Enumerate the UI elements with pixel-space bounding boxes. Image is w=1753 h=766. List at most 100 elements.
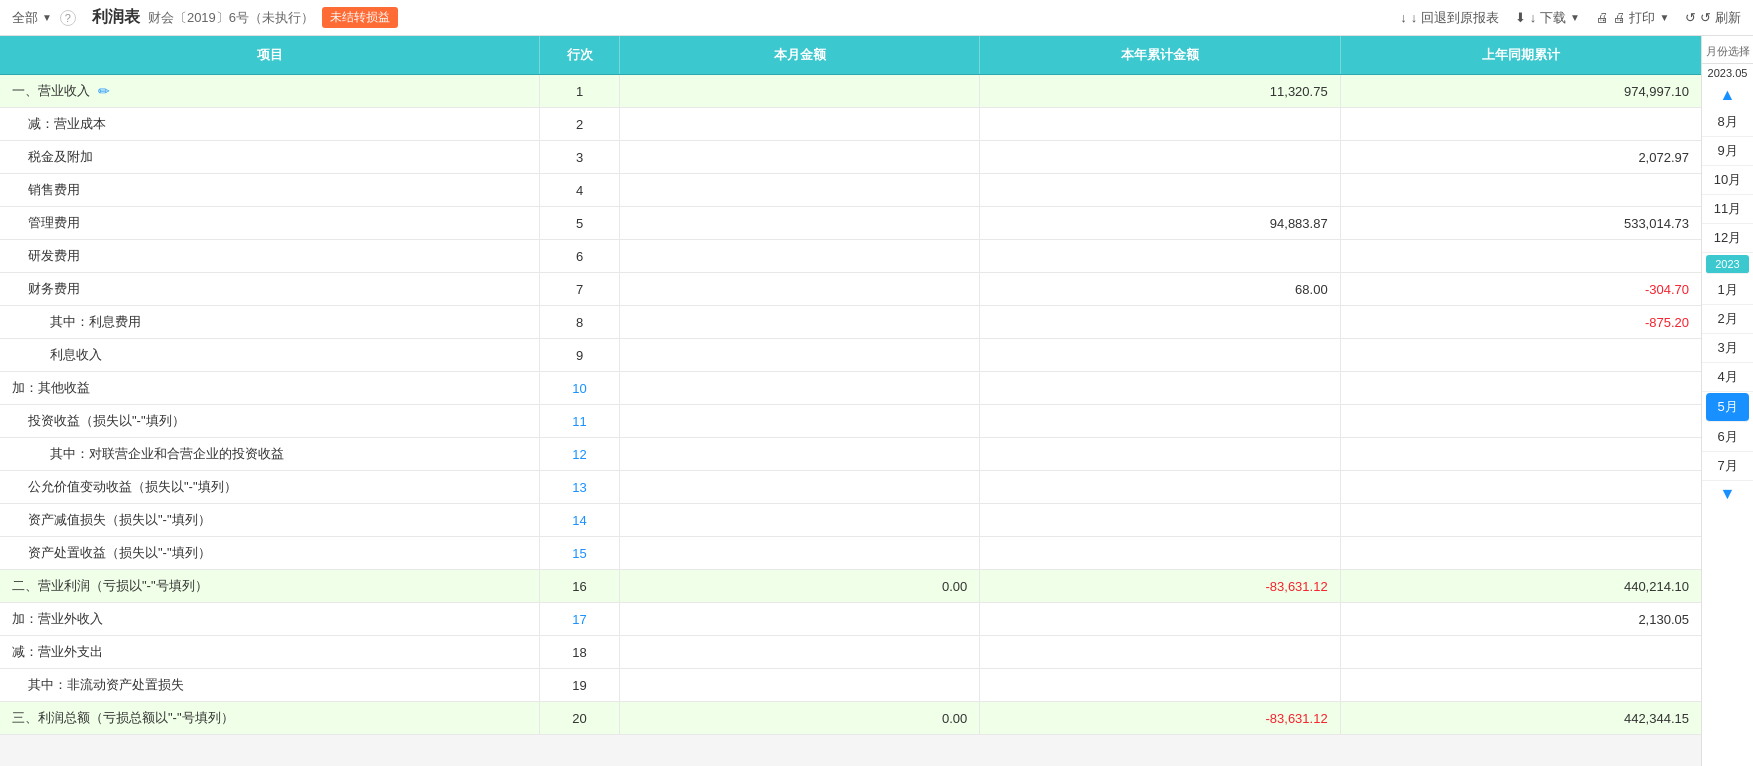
row-number: 9 [576,348,583,363]
row-item-label: 利息收入 [50,346,102,364]
month-item[interactable]: 1月 [1702,276,1753,305]
table-row: 其中：非流动资产处置损失 19 [0,669,1701,702]
row-number: 11 [572,414,586,429]
month-item[interactable]: 11月 [1702,195,1753,224]
row-number: 15 [572,546,586,561]
prev-amount: -875.20 [1645,315,1689,330]
month-sidebar: 月份选择 2023.05 ▲ 8月9月10月11月12月 2023 1月2月3月4月… [1701,36,1753,766]
row-item-label: 加：营业外收入 [12,610,103,628]
download-button[interactable]: ⬇ ↓ 下载 ▼ [1515,9,1580,27]
months-container: 8月9月10月11月12月 2023 1月2月3月4月5月6月7月 [1702,108,1753,481]
month-amount: 0.00 [942,711,967,726]
row-number: 18 [572,645,586,660]
table-area: 项目 行次 本月金额 本年累计金额 上年同期累计 一、营业收入✏111,320.… [0,36,1701,766]
chevron-down-icon: ▼ [1659,12,1669,23]
table-row: 投资收益（损失以"-"填列） 11 [0,405,1701,438]
row-number: 19 [572,678,586,693]
prev-amount: 974,997.10 [1624,84,1689,99]
row-item-label: 一、营业收入 [12,82,90,100]
row-item-label: 其中：利息费用 [50,313,141,331]
row-number: 10 [572,381,586,396]
row-item-label: 税金及附加 [28,148,93,166]
month-amount: 0.00 [942,579,967,594]
table-row: 二、营业利润（亏损以"-"号填列） 16 0.00 -83,631.12 440,214… [0,570,1701,603]
month-item[interactable]: 6月 [1702,423,1753,452]
print-button[interactable]: 🖨 🖨 打印 ▼ [1596,9,1670,27]
month-item[interactable]: 10月 [1702,166,1753,195]
month-item[interactable]: 4月 [1702,363,1753,392]
top-bar-actions: ↓ ↓ 回退到原报表 ⬇ ↓ 下载 ▼ 🖨 🖨 打印 ▼ ↺ ↺ 刷新 [1400,9,1741,27]
table-row: 研发费用6 [0,240,1701,273]
row-number: 14 [572,513,586,528]
table-row: 其中：对联营企业和合营企业的投资收益 12 [0,438,1701,471]
row-number: 20 [572,711,586,726]
month-item[interactable]: 5月 [1706,393,1749,422]
row-number: 16 [572,579,586,594]
year-amount: -83,631.12 [1265,579,1327,594]
month-nav-down[interactable]: ▼ [1716,481,1740,507]
month-item[interactable]: 9月 [1702,137,1753,166]
row-number: 3 [576,150,583,165]
month-item[interactable]: 12月 [1702,224,1753,253]
page-subtitle: 财会〔2019〕6号（未执行） [148,9,314,27]
table-row: 资产减值损失（损失以"-"填列）14 [0,504,1701,537]
refresh-button[interactable]: ↺ ↺ 刷新 [1685,9,1741,27]
month-nav-up[interactable]: ▲ [1716,82,1740,108]
header-year-amt: 本年累计金额 [980,36,1340,74]
header-item: 项目 [0,36,540,74]
help-icon[interactable]: ? [60,10,76,26]
top-bar: 全部 ▼ ? 利润表 财会〔2019〕6号（未执行） 未结转损益 ↓ ↓ 回退到… [0,0,1753,36]
table-row: 利息收入 9 [0,339,1701,372]
month-item[interactable]: 8月 [1702,108,1753,137]
table-row: 三、利润总额（亏损总额以"-"号填列）200.00-83,631.12442,3… [0,702,1701,735]
back-button[interactable]: ↓ ↓ 回退到原报表 [1400,9,1499,27]
month-selector-title: 月份选择 [1702,40,1753,64]
prev-amount: 2,130.05 [1638,612,1689,627]
row-item-label: 二、营业利润（亏损以"-"号填列） [12,577,208,595]
month-item[interactable]: 2月 [1702,305,1753,334]
row-item-label: 管理费用 [28,214,80,232]
edit-icon[interactable]: ✏ [98,83,110,99]
table-row: 减：营业外支出 18 [0,636,1701,669]
top-bar-left: 全部 ▼ ? 利润表 财会〔2019〕6号（未执行） 未结转损益 [12,7,398,28]
download-icon: ⬇ [1515,10,1526,25]
row-item-label: 减：营业外支出 [12,643,103,661]
header-row: 行次 [540,36,620,74]
prev-amount: 2,072.97 [1638,150,1689,165]
status-badge: 未结转损益 [322,7,398,28]
row-number: 7 [576,282,583,297]
month-item[interactable]: 7月 [1702,452,1753,481]
header-prev-amt: 上年同期累计 [1341,36,1701,74]
month-item[interactable]: 3月 [1702,334,1753,363]
chevron-down-icon: ▼ [42,12,52,23]
year-amount: 68.00 [1295,282,1328,297]
table-body: 一、营业收入✏111,320.75974,997.10减：营业成本2税金及附加3… [0,75,1701,735]
row-item-label: 投资收益（损失以"-"填列） [28,412,185,430]
row-number: 2 [576,117,583,132]
row-item-label: 三、利润总额（亏损总额以"-"号填列） [12,709,234,727]
back-icon: ↓ [1400,10,1407,25]
row-number: 4 [576,183,583,198]
breadcrumb-all[interactable]: 全部 ▼ [12,9,52,27]
prev-amount: 440,214.10 [1624,579,1689,594]
table-row: 销售费用4 [0,174,1701,207]
row-number: 8 [576,315,583,330]
row-number: 12 [572,447,586,462]
table-row: 税金及附加 3 2,072.97 [0,141,1701,174]
row-item-label: 资产处置收益（损失以"-"填列） [28,544,211,562]
main-content: 项目 行次 本月金额 本年累计金额 上年同期累计 一、营业收入✏111,320.… [0,36,1753,766]
header-month-amt: 本月金额 [620,36,980,74]
row-number: 5 [576,216,583,231]
row-item-label: 财务费用 [28,280,80,298]
row-item-label: 其中：非流动资产处置损失 [28,676,184,694]
month-year-label: 2023.05 [1704,64,1752,82]
month-item[interactable]: 2023 [1706,255,1749,274]
refresh-icon: ↺ [1685,10,1696,25]
table-row: 一、营业收入✏111,320.75974,997.10 [0,75,1701,108]
row-item-label: 公允价值变动收益（损失以"-"填列） [28,478,237,496]
chevron-down-icon: ▼ [1570,12,1580,23]
table-row: 资产处置收益（损失以"-"填列） 15 [0,537,1701,570]
row-item-label: 其中：对联营企业和合营企业的投资收益 [50,445,284,463]
row-number: 6 [576,249,583,264]
year-amount: 11,320.75 [1270,84,1328,99]
